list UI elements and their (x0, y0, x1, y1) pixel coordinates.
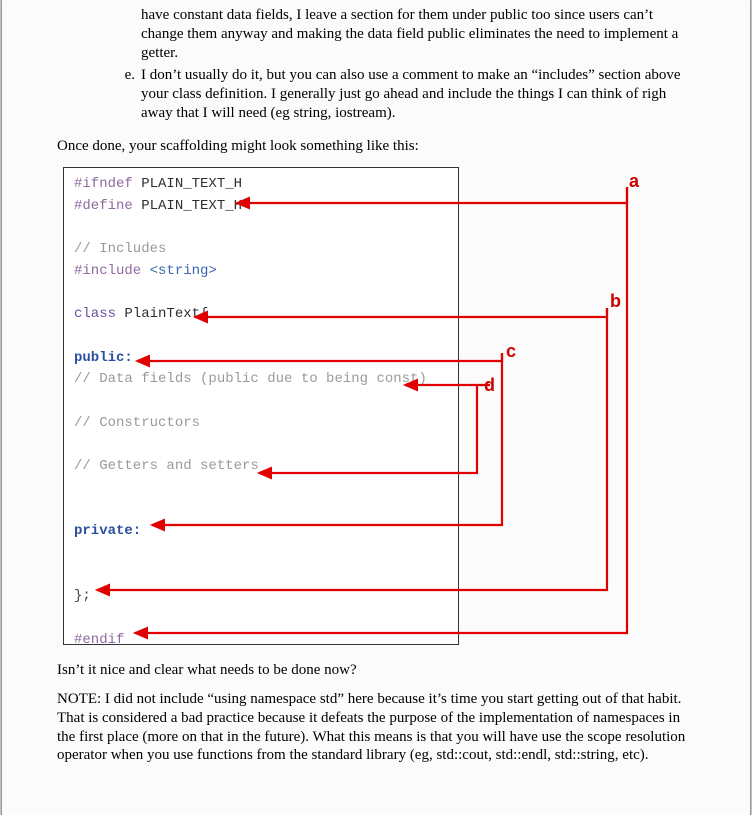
document-page: have constant data fields, I leave a sec… (1, 0, 751, 815)
code-line-constructors: // Constructors (74, 413, 448, 435)
annotation-label-d: d (484, 375, 495, 396)
note-paragraph: NOTE: I did not include “using namespace… (57, 690, 695, 765)
list-item: have constant data fields, I leave a sec… (115, 6, 695, 62)
code-line-class: class PlainText{ (74, 304, 448, 326)
code-line-include: #include <string> (74, 261, 448, 283)
annotation-label-a: a (629, 171, 639, 192)
code-line-datafields: // Data fields (public due to being cons… (74, 369, 448, 391)
list-item: e. I don’t usually do it, but you can al… (115, 66, 695, 122)
code-line-ifndef: #ifndef PLAIN_TEXT_H (74, 174, 448, 196)
code-line-endif: #endif (74, 630, 448, 652)
list-item-d-continued: have constant data fields, I leave a sec… (141, 7, 678, 61)
list-marker-e: e. (115, 66, 135, 85)
annotation-label-b: b (610, 291, 621, 312)
annotation-label-c: c (506, 341, 516, 362)
after-paragraph: Isn’t it nice and clear what needs to be… (57, 661, 695, 680)
code-line-private: private: (74, 521, 448, 543)
code-line-closebrace: }; (74, 586, 448, 608)
intro-paragraph: Once done, your scaffolding might look s… (57, 137, 695, 156)
list-item-e-text: I don’t usually do it, but you can also … (141, 67, 681, 121)
code-line-public: public: (74, 348, 448, 370)
code-block: #ifndef PLAIN_TEXT_H #define PLAIN_TEXT_… (63, 167, 459, 645)
code-line-getters: // Getters and setters (74, 456, 448, 478)
code-line-includes-comment: // Includes (74, 239, 448, 261)
code-diagram: #ifndef PLAIN_TEXT_H #define PLAIN_TEXT_… (57, 165, 697, 651)
instruction-list: have constant data fields, I leave a sec… (57, 6, 695, 123)
code-line-define: #define PLAIN_TEXT_H (74, 196, 448, 218)
